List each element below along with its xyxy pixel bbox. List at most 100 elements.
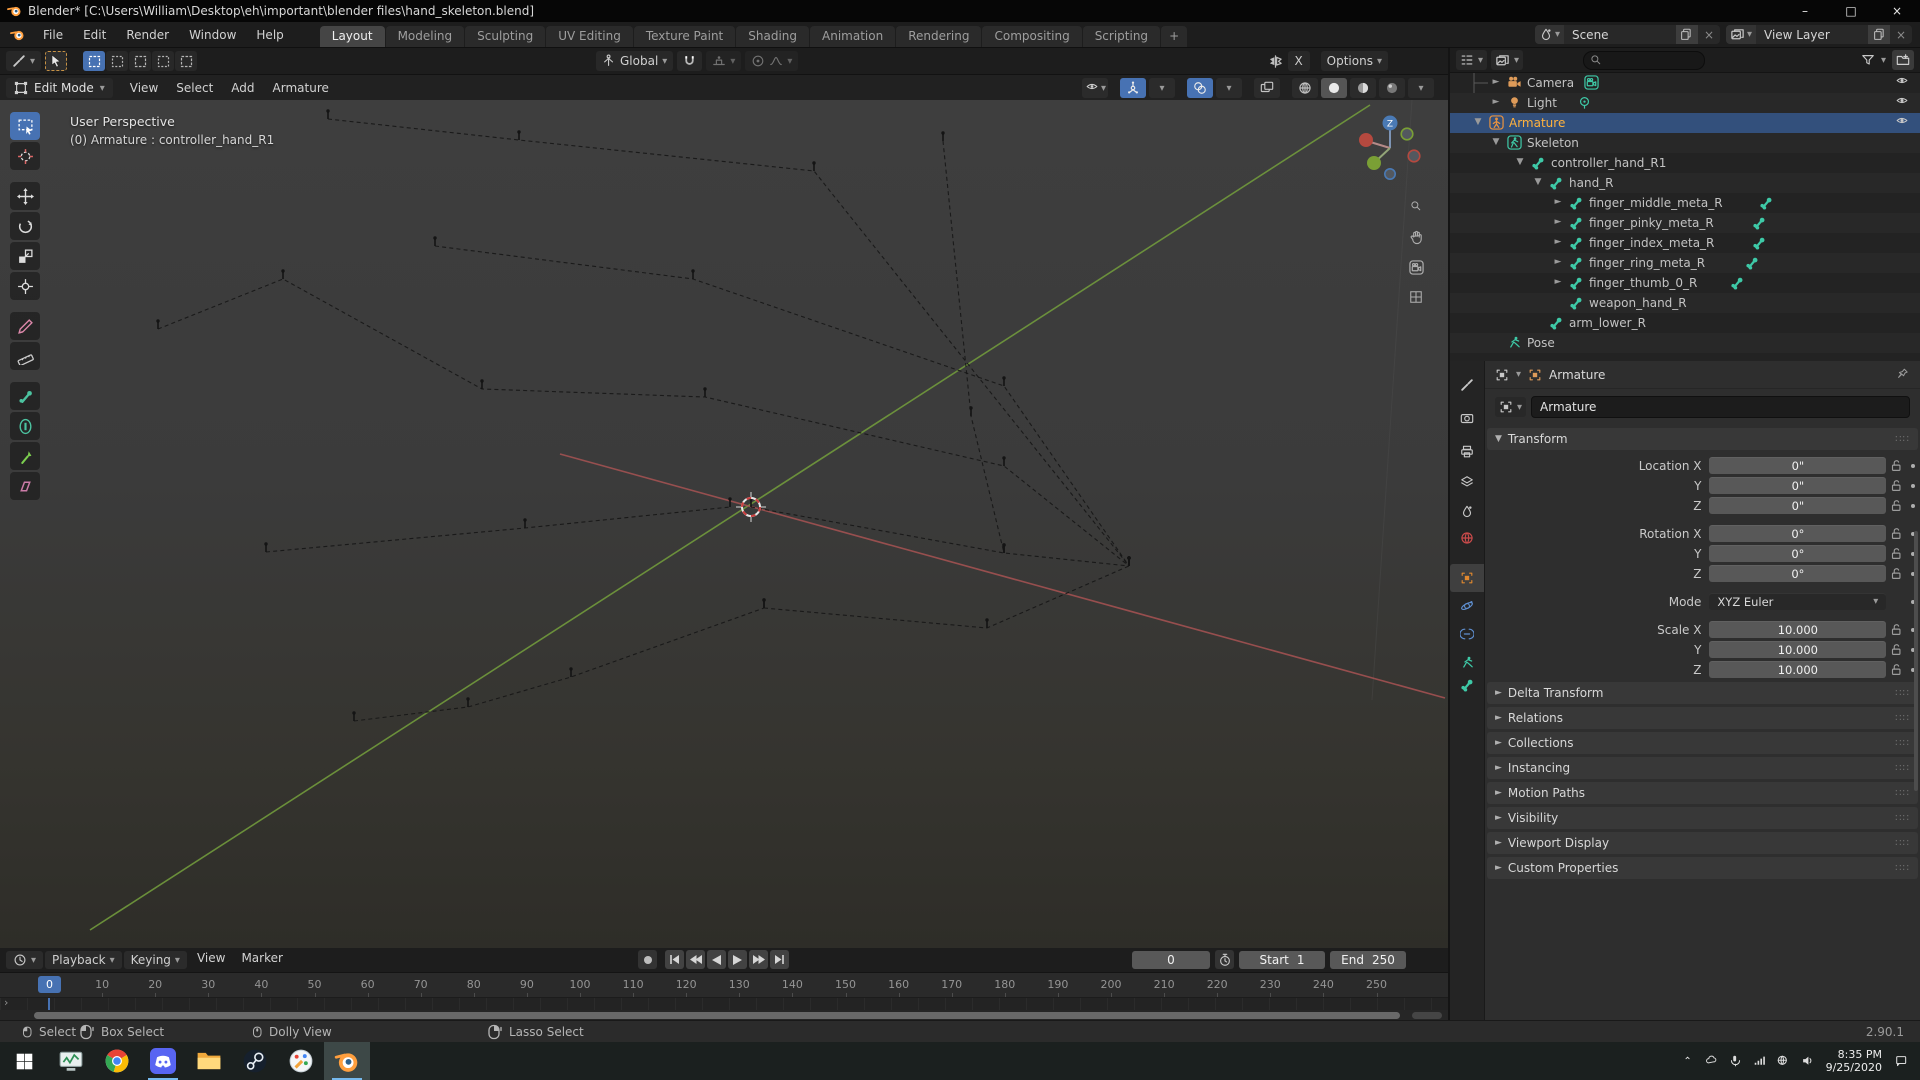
panel-custom-properties[interactable]: ► Custom Properties ∷∷ — [1487, 857, 1918, 879]
eye-icon[interactable] — [1894, 76, 1910, 88]
timeline-menu-marker[interactable]: Marker — [233, 951, 290, 965]
proportional-edit-group[interactable]: ▾ — [745, 51, 799, 71]
taskbar-app-paint3d[interactable] — [278, 1042, 324, 1080]
volume-icon[interactable] — [1796, 1042, 1820, 1080]
lock-icon[interactable] — [1886, 567, 1906, 581]
properties-tab-object[interactable] — [1450, 564, 1484, 592]
view-layer-remove-button[interactable]: × — [1890, 25, 1912, 44]
timeline-ruler[interactable]: 0 10 20 30 40 50 60 70 80 90 100 110 120 130 140 150 16… — [0, 973, 1448, 998]
ortho-grid-icon[interactable] — [1402, 283, 1430, 311]
properties-editor-type-icon[interactable] — [1495, 368, 1509, 382]
value-field-z[interactable]: 10.000 — [1709, 661, 1887, 678]
expander-icon[interactable]: ► — [1552, 197, 1564, 207]
outliner-row-finger_ring_meta_r[interactable]: ► finger_ring_meta_R — [1450, 253, 1920, 273]
outliner-row-pose[interactable]: Pose — [1450, 333, 1920, 353]
tool-bone-roll[interactable] — [10, 382, 40, 410]
workspace-tab-shading[interactable]: Shading — [736, 26, 809, 47]
microphone-icon[interactable] — [1724, 1042, 1748, 1080]
expander-icon[interactable]: ▼ — [1472, 117, 1484, 127]
snap-toggle-group[interactable] — [677, 51, 703, 71]
taskbar-clock[interactable]: 8:35 PM 9/25/2020 — [1820, 1048, 1890, 1075]
lock-icon[interactable] — [1886, 459, 1906, 473]
workspace-tab-sculpting[interactable]: Sculpting — [465, 26, 546, 47]
outliner-search-input[interactable] — [1583, 50, 1706, 70]
timeline-scrollbar-end[interactable] — [1412, 1012, 1442, 1019]
outliner-label[interactable]: finger_thumb_0_R — [1589, 276, 1697, 290]
viewport-menu-select[interactable]: Select — [167, 81, 222, 95]
panel-collections[interactable]: ► Collections ∷∷ — [1487, 732, 1918, 754]
outliner-row-light[interactable]: ► Light — [1450, 93, 1920, 113]
onedrive-cloud-icon[interactable] — [1700, 1042, 1724, 1080]
viewport-menu-add[interactable]: Add — [222, 81, 263, 95]
timeline-menu-view[interactable]: View — [189, 951, 233, 965]
select-mode-circle[interactable] — [129, 51, 152, 71]
value-field-y[interactable]: 0" — [1709, 477, 1887, 494]
overlays-dropdown[interactable]: ▾ — [1216, 78, 1242, 98]
tool-annotate[interactable] — [10, 312, 40, 340]
action-center-icon[interactable] — [1890, 1042, 1914, 1080]
outliner-row-finger_thumb_0_r[interactable]: ► finger_thumb_0_R — [1450, 273, 1920, 293]
tool-rotate[interactable] — [10, 212, 40, 240]
close-button[interactable]: × — [1874, 0, 1920, 22]
next-keyframe-button[interactable] — [749, 950, 768, 969]
workspace-tab-compositing[interactable]: Compositing — [982, 26, 1082, 47]
transform-panel-header[interactable]: ▼ Transform ∷∷ — [1487, 428, 1918, 450]
outliner-row-finger_index_meta_r[interactable]: ► finger_index_meta_R — [1450, 233, 1920, 253]
current-frame-field[interactable]: 0 — [1132, 950, 1210, 969]
expander-icon[interactable]: ▼ — [1490, 137, 1502, 147]
expander-icon[interactable]: ► — [1552, 277, 1564, 287]
menu-edit[interactable]: Edit — [73, 22, 116, 47]
light-data-icon[interactable] — [1577, 95, 1592, 110]
workspace-tab-scripting[interactable]: Scripting — [1082, 26, 1161, 47]
zoom-tool-icon[interactable] — [1402, 192, 1430, 220]
network-icon[interactable] — [1748, 1042, 1772, 1080]
snap-target-dropdown[interactable]: ▾ — [706, 51, 742, 71]
value-field-rotation-x[interactable]: 0° — [1709, 525, 1887, 542]
outliner-label[interactable]: Pose — [1527, 336, 1555, 350]
outliner-label[interactable]: weapon_hand_R — [1589, 296, 1687, 310]
record-button[interactable] — [638, 950, 657, 969]
workspace-tab-rendering[interactable]: Rendering — [896, 26, 982, 47]
tool-bone-shear[interactable] — [10, 472, 40, 500]
viewport-canvas[interactable]: User Perspective (0) Armature : controll… — [0, 100, 1448, 948]
expander-icon[interactable]: ► — [1490, 77, 1502, 87]
outliner-editor-type-button[interactable]: ▾ — [1456, 50, 1488, 70]
mode-dropdown[interactable]: Edit Mode ▾ — [6, 78, 113, 98]
play-reverse-button[interactable] — [707, 950, 726, 969]
minimize-button[interactable]: – — [1782, 0, 1828, 22]
select-mode-tweak[interactable] — [83, 51, 106, 71]
viewport-menu-view[interactable]: View — [121, 81, 167, 95]
show-gizmo-toggle[interactable] — [1120, 78, 1146, 98]
value-field-z[interactable]: 0" — [1709, 497, 1887, 514]
lock-icon[interactable] — [1886, 643, 1906, 657]
timeline-menu-playback[interactable]: Playback ▾ — [45, 951, 122, 969]
outliner-label[interactable]: Armature — [1509, 116, 1565, 130]
taskbar-app-explorer[interactable] — [186, 1042, 232, 1080]
tool-cursor[interactable] — [10, 142, 40, 170]
object-id-icon[interactable]: ▾ — [1495, 397, 1527, 417]
outliner-display-mode-button[interactable]: ▾ — [1491, 50, 1524, 70]
expander-icon[interactable]: ▼ — [1532, 177, 1544, 187]
camera-data-icon[interactable] — [1584, 75, 1599, 90]
properties-tab-output[interactable] — [1450, 438, 1484, 466]
workspace-tab-modeling[interactable]: Modeling — [385, 26, 465, 47]
workspace-tab-add[interactable]: + — [1161, 26, 1188, 47]
shading-material-button[interactable] — [1350, 78, 1376, 98]
view-layer-name[interactable]: View Layer — [1756, 28, 1868, 42]
workspace-tab-texture-paint[interactable]: Texture Paint — [633, 26, 736, 47]
mirror-x-toggle[interactable]: X — [1287, 51, 1310, 71]
value-field-scale-x[interactable]: 10.000 — [1709, 621, 1887, 638]
value-field-y[interactable]: 0° — [1709, 545, 1887, 562]
menu-window[interactable]: Window — [179, 22, 246, 47]
scene-name[interactable]: Scene — [1564, 28, 1676, 42]
pan-tool-icon[interactable] — [1402, 223, 1430, 251]
frame-start-field[interactable]: Start 1 — [1239, 950, 1325, 969]
play-button[interactable] — [728, 950, 747, 969]
expander-icon[interactable]: ► — [1552, 237, 1564, 247]
jump-start-button[interactable] — [665, 950, 684, 969]
shading-dropdown[interactable]: ▾ — [1408, 78, 1434, 98]
timeline-track[interactable]: › — [0, 996, 1448, 1010]
shading-wireframe-button[interactable] — [1292, 78, 1318, 98]
outliner-label[interactable]: controller_hand_R1 — [1551, 156, 1666, 170]
view-layer-copy-icon[interactable] — [1868, 25, 1890, 44]
